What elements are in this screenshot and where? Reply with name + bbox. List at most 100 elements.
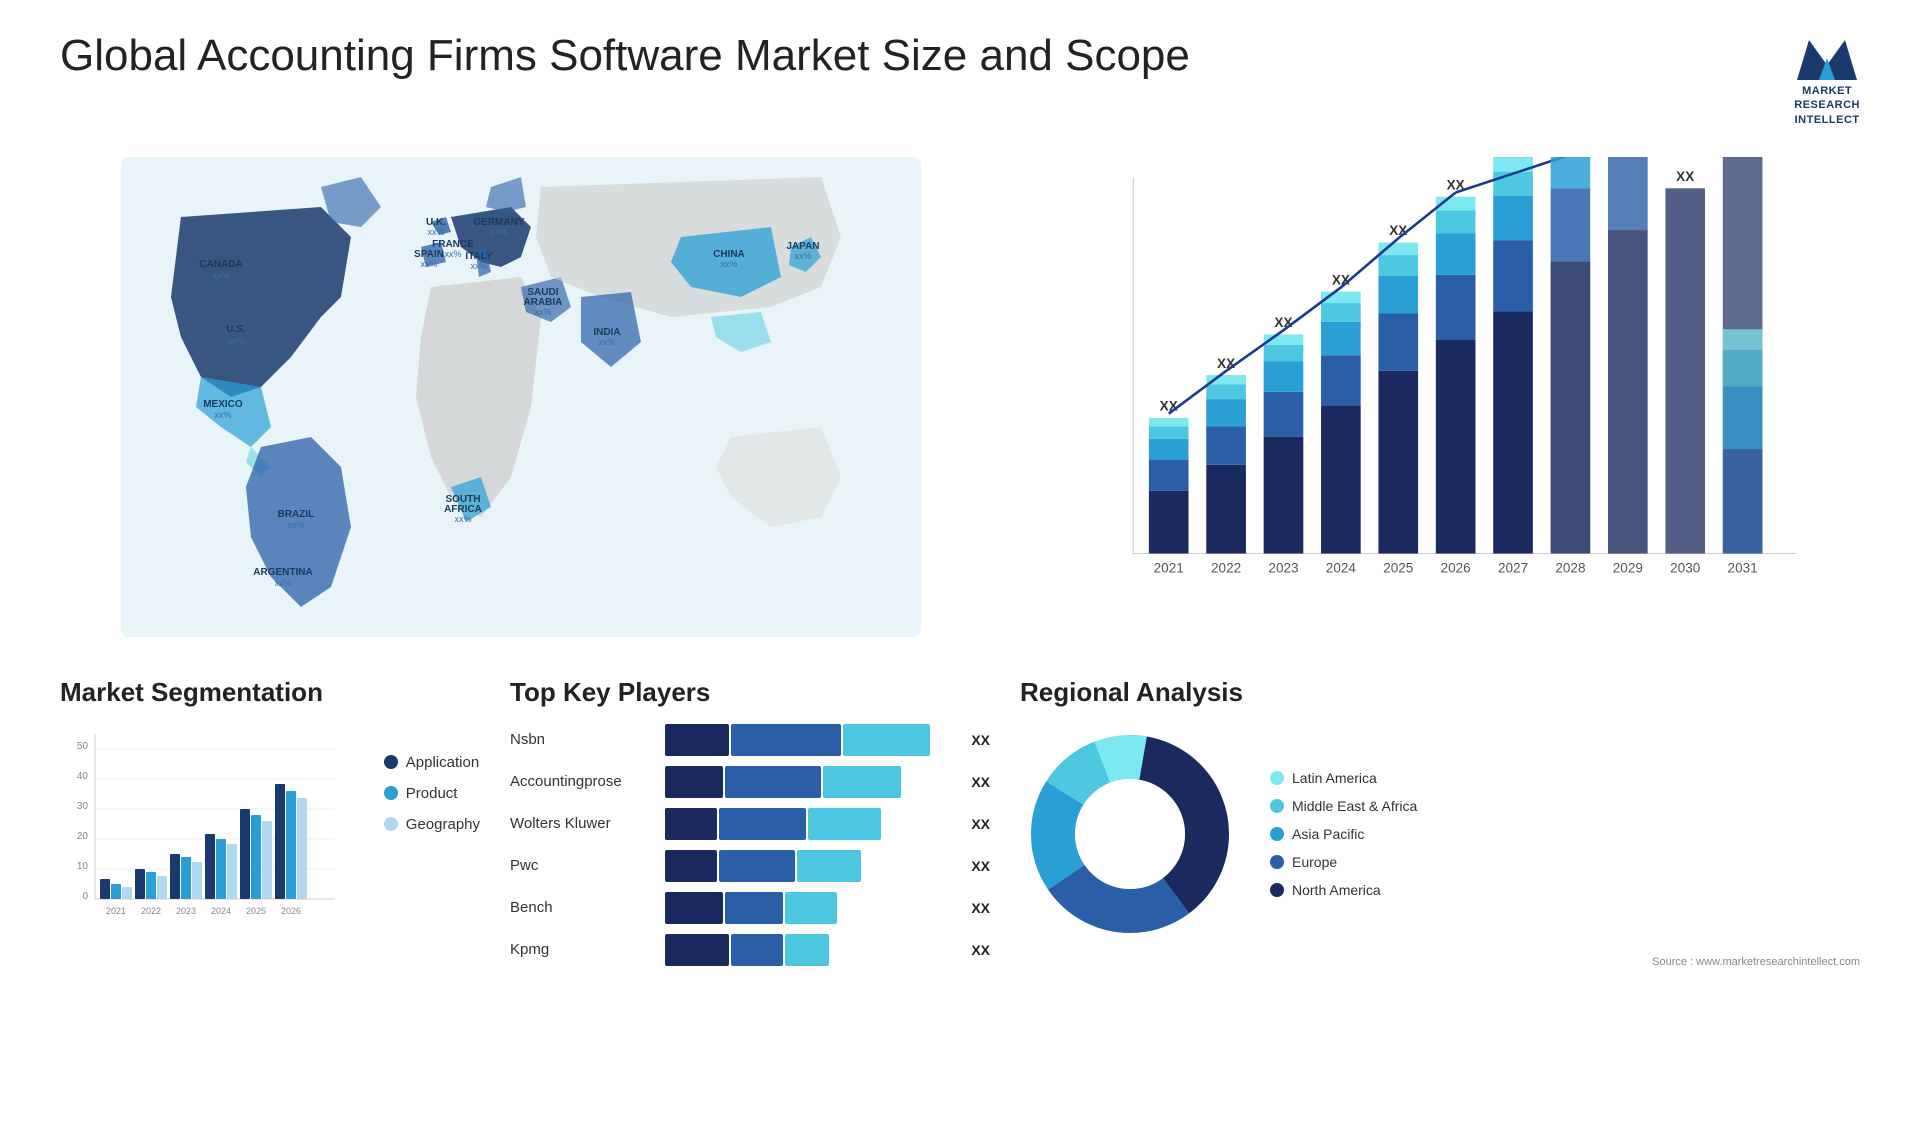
player-row-bench: Bench XX: [510, 892, 990, 924]
player-name-accountingprose: Accountingprose: [510, 773, 655, 790]
reg-legend-asia-pacific: Asia Pacific: [1270, 826, 1417, 842]
player-bar-bench: [665, 892, 955, 924]
bar-seg2: [725, 766, 821, 798]
player-name-wolters: Wolters Kluwer: [510, 815, 655, 832]
player-xx-bench: XX: [971, 900, 990, 916]
player-bar-wolters: [665, 808, 955, 840]
bar-seg2: [719, 850, 794, 882]
bar-seg1: [665, 850, 717, 882]
bar-seg3: [808, 808, 881, 840]
reg-dot-north-america: [1270, 883, 1284, 897]
world-map-svg: CANADA xx% U.S. xx% MEXICO xx% BRAZIL xx…: [60, 157, 982, 637]
reg-dot-latin-america: [1270, 771, 1284, 785]
segmentation-container: Market Segmentation 0 10 20 30 40 50: [60, 677, 480, 949]
svg-text:xx%: xx%: [794, 251, 811, 261]
svg-text:10: 10: [77, 861, 89, 872]
legend-dot-application: [384, 755, 398, 769]
player-xx-kpmg: XX: [971, 942, 990, 958]
svg-text:xx%: xx%: [454, 514, 471, 524]
svg-text:20: 20: [77, 831, 89, 842]
svg-text:xx%: xx%: [212, 271, 229, 281]
svg-text:xx%: xx%: [427, 227, 444, 237]
reg-dot-middle-east: [1270, 799, 1284, 813]
bar-seg2: [719, 808, 806, 840]
players-inner: Nsbn XX Accountingprose: [510, 724, 990, 966]
reg-label-latin-america: Latin America: [1292, 770, 1377, 786]
svg-text:XX: XX: [1274, 315, 1292, 330]
legend-label-application: Application: [406, 754, 479, 771]
svg-text:U.S.: U.S.: [226, 324, 246, 335]
svg-text:XX: XX: [1332, 272, 1350, 287]
legend-dot-product: [384, 786, 398, 800]
player-row-accountingprose: Accountingprose XX: [510, 766, 990, 798]
seg-chart-svg: 0 10 20 30 40 50: [60, 724, 340, 944]
reg-label-north-america: North America: [1292, 882, 1381, 898]
bar-seg1: [665, 892, 723, 924]
svg-text:0: 0: [82, 891, 88, 902]
reg-label-asia-pacific: Asia Pacific: [1292, 826, 1364, 842]
player-xx-wolters: XX: [971, 816, 990, 832]
bar-chart-container: XX 2021 XX 2022: [1022, 157, 1860, 637]
svg-text:MEXICO: MEXICO: [203, 399, 243, 410]
player-name-bench: Bench: [510, 899, 655, 916]
bar-seg1: [665, 766, 723, 798]
segmentation-title: Market Segmentation: [60, 677, 480, 708]
svg-text:50: 50: [77, 741, 89, 752]
player-xx-nsbn: XX: [971, 732, 990, 748]
svg-text:XX: XX: [1217, 356, 1235, 371]
svg-text:xx%: xx%: [444, 249, 461, 259]
svg-text:xx%: xx%: [420, 259, 437, 269]
player-bar-nsbn: [665, 724, 955, 756]
legend-label-product: Product: [406, 785, 458, 802]
player-row-wolters: Wolters Kluwer XX: [510, 808, 990, 840]
svg-text:xx%: xx%: [470, 261, 487, 271]
svg-text:CANADA: CANADA: [199, 259, 242, 270]
seg-legend: Application Product Geography: [384, 724, 480, 833]
bar-chart-svg: XX 2021 XX 2022: [1022, 157, 1860, 637]
svg-text:2023: 2023: [176, 906, 196, 916]
reg-legend-latin-america: Latin America: [1270, 770, 1417, 786]
svg-text:xx%: xx%: [598, 337, 615, 347]
bar-seg3: [785, 934, 829, 966]
logo-area: MARKET RESEARCH INTELLECT: [1794, 30, 1860, 127]
reg-label-middle-east: Middle East & Africa: [1292, 798, 1417, 814]
logo-text: MARKET RESEARCH INTELLECT: [1794, 84, 1860, 127]
svg-text:ARGENTINA: ARGENTINA: [253, 567, 312, 578]
bar-seg3: [823, 766, 901, 798]
player-name-pwc: Pwc: [510, 857, 655, 874]
svg-text:2024: 2024: [1326, 560, 1357, 575]
svg-text:xx%: xx%: [274, 578, 291, 588]
svg-text:2022: 2022: [1211, 560, 1241, 575]
regional-legend: Latin America Middle East & Africa Asia …: [1270, 770, 1417, 898]
bar-seg3: [797, 850, 861, 882]
donut-chart-wrap: [1020, 724, 1240, 944]
svg-text:2025: 2025: [246, 906, 266, 916]
reg-label-europe: Europe: [1292, 854, 1337, 870]
regional-title: Regional Analysis: [1020, 677, 1860, 708]
player-bar-accountingprose: [665, 766, 955, 798]
page-wrapper: Global Accounting Firms Software Market …: [0, 0, 1920, 1146]
svg-text:30: 30: [77, 801, 89, 812]
player-bar-kpmg: [665, 934, 955, 966]
svg-text:40: 40: [77, 771, 89, 782]
svg-text:2029: 2029: [1613, 560, 1643, 575]
svg-text:2031: 2031: [1727, 560, 1757, 575]
svg-text:xx%: xx%: [720, 259, 737, 269]
svg-text:xx%: xx%: [490, 227, 507, 237]
player-row-pwc: Pwc XX: [510, 850, 990, 882]
svg-text:2024: 2024: [211, 906, 231, 916]
bar-seg2: [731, 724, 841, 756]
logo-icon: [1797, 30, 1857, 80]
bar-seg2: [725, 892, 783, 924]
bar-seg3: [785, 892, 837, 924]
header: Global Accounting Firms Software Market …: [60, 30, 1860, 127]
svg-text:2021: 2021: [106, 906, 126, 916]
svg-text:xx%: xx%: [214, 410, 231, 420]
reg-dot-asia-pacific: [1270, 827, 1284, 841]
player-row-nsbn: Nsbn XX: [510, 724, 990, 756]
page-title: Global Accounting Firms Software Market …: [60, 30, 1190, 83]
bar-seg1: [665, 808, 717, 840]
bar-seg1: [665, 724, 729, 756]
bottom-section: Market Segmentation 0 10 20 30 40 50: [60, 677, 1860, 968]
svg-text:2026: 2026: [1440, 560, 1470, 575]
